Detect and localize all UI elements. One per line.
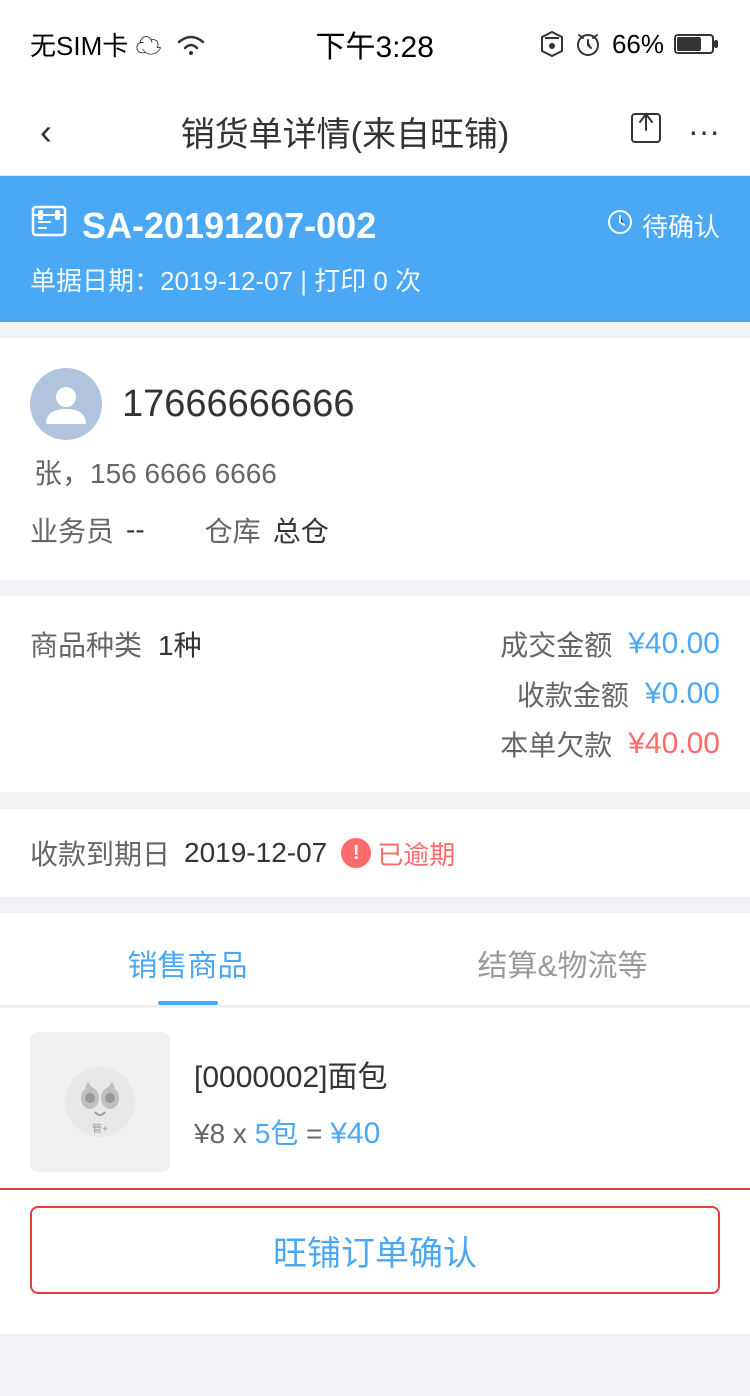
deal-amount-value: ¥40.00 [628, 627, 720, 661]
warehouse-label: 仓库 [205, 510, 261, 550]
received-amount-value: ¥0.00 [645, 677, 720, 711]
location-icon [540, 30, 564, 58]
overdue-badge: ! 已逾期 [341, 835, 455, 872]
product-type-info: 商品种类 1种 [30, 624, 202, 664]
avatar [30, 368, 102, 440]
battery-icon [674, 32, 720, 56]
warehouse-item: 仓库 总仓 [205, 510, 329, 550]
bottom-btn-container: 旺铺订单确认 [0, 1188, 750, 1334]
order-id: SA-20191207-002 [30, 204, 376, 247]
product-image: 管+ [30, 1032, 170, 1172]
battery-text: 66% [612, 29, 664, 60]
received-amount-label: 收款金额 [517, 674, 629, 714]
amounts-info: 成交金额 ¥40.00 收款金额 ¥0.00 本单欠款 ¥40.00 [500, 624, 720, 764]
product-type-count: 1种 [158, 624, 202, 664]
status-bar: 无SIM卡 ☁ 下午3:28 66% [0, 0, 750, 88]
nav-actions: ··· [628, 110, 720, 154]
svg-text:管+: 管+ [92, 1122, 108, 1135]
due-label: 收款到期日 [30, 833, 170, 873]
status-time: 下午3:28 [316, 22, 434, 66]
more-icon[interactable]: ··· [688, 113, 720, 150]
status-text: 待确认 [642, 207, 720, 244]
share-icon[interactable] [628, 110, 664, 154]
overdue-text: 已逾期 [377, 835, 455, 872]
due-date-section: 收款到期日 2019-12-07 ! 已逾期 [0, 808, 750, 897]
order-id-icon [30, 204, 68, 247]
due-date-value: 2019-12-07 [184, 837, 327, 869]
product-type-label: 商品种类 [30, 624, 142, 664]
customer-meta: 业务员 -- 仓库 总仓 [30, 510, 720, 550]
salesperson-item: 业务员 -- [30, 510, 145, 550]
owed-amount-label: 本单欠款 [500, 724, 612, 764]
status-right: 66% [540, 29, 720, 60]
deal-amount-row: 成交金额 ¥40.00 [500, 624, 720, 664]
no-sim-text: 无SIM卡 ☁ [30, 26, 161, 63]
product-thumbnail-icon: 管+ [60, 1062, 140, 1142]
tabs: 销售商品 结算&物流等 [0, 913, 750, 1006]
product-price: ¥8 x 5包 = ¥40 [194, 1112, 720, 1152]
owed-amount-value: ¥40.00 [628, 727, 720, 761]
received-amount-row: 收款金额 ¥0.00 [517, 674, 720, 714]
product-qty: 5包 [255, 1118, 299, 1149]
overdue-icon: ! [341, 838, 371, 868]
deal-amount-label: 成交金额 [500, 624, 612, 664]
owed-amount-row: 本单欠款 ¥40.00 [500, 724, 720, 764]
status-clock-icon [606, 208, 634, 243]
status-left: 无SIM卡 ☁ [30, 26, 209, 63]
order-status: 待确认 [606, 207, 720, 244]
customer-detail: 张，156 6666 6666 [30, 452, 720, 492]
order-id-text: SA-20191207-002 [82, 205, 376, 247]
order-date: 单据日期：2019-12-07 | 打印 0 次 [30, 261, 720, 298]
price-text: ¥8 x [194, 1118, 255, 1149]
wifi-icon [173, 31, 209, 57]
salesperson-value: -- [126, 514, 145, 546]
alarm-icon [574, 30, 602, 58]
salesperson-label: 业务员 [30, 510, 114, 550]
page-title: 销货单详情(来自旺铺) [181, 107, 510, 156]
customer-phone: 17666666666 [122, 383, 354, 426]
product-total: ¥40 [330, 1117, 380, 1150]
equals-text: = [298, 1118, 330, 1149]
product-item: 管+ [0000002]面包 ¥8 x 5包 = ¥40 [0, 1008, 750, 1196]
summary-section: 商品种类 1种 成交金额 ¥40.00 收款金额 ¥0.00 本单欠款 ¥40.… [0, 596, 750, 792]
customer-section: 17666666666 张，156 6666 6666 业务员 -- 仓库 总仓 [0, 338, 750, 580]
warehouse-value: 总仓 [273, 510, 329, 550]
order-banner: SA-20191207-002 待确认 单据日期：2019-12-07 | 打印… [0, 176, 750, 322]
tab-settlement-logistics[interactable]: 结算&物流等 [375, 913, 750, 1005]
nav-bar: ‹ 销货单详情(来自旺铺) ··· [0, 88, 750, 176]
back-button[interactable]: ‹ [30, 101, 62, 163]
product-name: [0000002]面包 [194, 1052, 720, 1096]
tab-sales-products[interactable]: 销售商品 [0, 913, 375, 1005]
confirm-order-button[interactable]: 旺铺订单确认 [30, 1206, 720, 1294]
product-info: [0000002]面包 ¥8 x 5包 = ¥40 [194, 1052, 720, 1152]
